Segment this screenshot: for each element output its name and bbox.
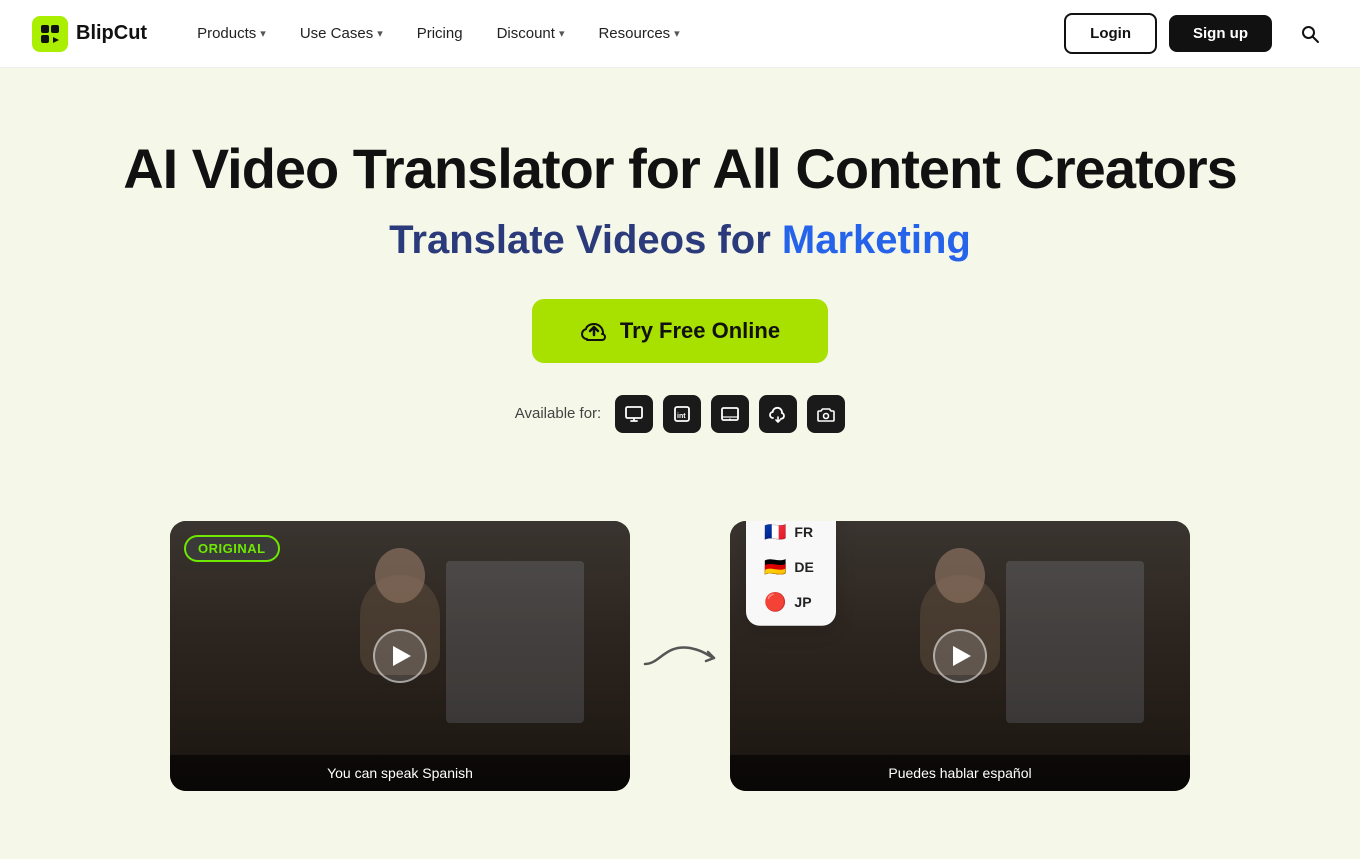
- lang-de[interactable]: 🇩🇪 DE: [756, 551, 826, 582]
- lang-fr[interactable]: 🇫🇷 FR: [756, 521, 826, 548]
- original-badge: ORIGINAL: [184, 535, 280, 562]
- fr-flag-icon: 🇫🇷: [764, 521, 786, 542]
- logo-icon: [32, 16, 68, 52]
- brand-name: BlipCut: [76, 22, 147, 45]
- use-cases-chevron-icon: ▾: [377, 27, 383, 40]
- play-button-right[interactable]: [933, 629, 987, 683]
- platform-cloud-icon: [759, 395, 797, 433]
- upload-cloud-icon: [580, 317, 608, 345]
- discount-chevron-icon: ▾: [559, 27, 565, 40]
- brand-logo[interactable]: BlipCut: [32, 16, 147, 52]
- nav-resources[interactable]: Resources ▾: [584, 17, 693, 50]
- platform-icons: int: [615, 395, 845, 433]
- de-flag-icon: 🇩🇪: [764, 556, 786, 577]
- translation-arrow-icon: [640, 636, 720, 676]
- language-selector: 🇺🇸 EN 🇪🇸 ES 🇫🇷 FR 🇩🇪 DE 🔴 JP: [746, 521, 836, 626]
- search-button[interactable]: [1292, 16, 1328, 52]
- svg-text:int: int: [677, 413, 686, 420]
- original-video-card: ORIGINAL You can speak Spanish: [170, 521, 630, 791]
- nav-pricing[interactable]: Pricing: [403, 17, 477, 50]
- subtitle-highlight: Marketing: [782, 218, 971, 262]
- platform-camera-icon: [807, 395, 845, 433]
- navbar: BlipCut Products ▾ Use Cases ▾ Pricing D…: [0, 0, 1360, 68]
- translated-video-card: 🇺🇸 EN 🇪🇸 ES 🇫🇷 FR 🇩🇪 DE 🔴 JP Puedes habl…: [730, 521, 1190, 791]
- hero-title: AI Video Translator for All Content Crea…: [20, 138, 1340, 200]
- platform-screen-icon: [711, 395, 749, 433]
- original-subtitle: You can speak Spanish: [170, 755, 630, 791]
- cta-button[interactable]: Try Free Online: [532, 299, 828, 363]
- play-button-left[interactable]: [373, 629, 427, 683]
- arrow-divider: [630, 636, 730, 676]
- platform-desktop-icon: [615, 395, 653, 433]
- available-row: Available for: int: [20, 395, 1340, 433]
- nav-products[interactable]: Products ▾: [183, 17, 280, 50]
- login-button[interactable]: Login: [1064, 13, 1157, 54]
- search-icon: [1300, 24, 1320, 44]
- translated-subtitle: Puedes hablar español: [730, 755, 1190, 791]
- hero-section: AI Video Translator for All Content Crea…: [0, 68, 1360, 521]
- jp-flag-icon: 🔴: [764, 591, 786, 612]
- nav-discount[interactable]: Discount ▾: [483, 17, 579, 50]
- lang-jp[interactable]: 🔴 JP: [756, 586, 826, 617]
- products-chevron-icon: ▾: [260, 27, 266, 40]
- resources-chevron-icon: ▾: [674, 27, 680, 40]
- cta-label: Try Free Online: [620, 318, 780, 344]
- available-label: Available for:: [515, 405, 601, 422]
- signup-button[interactable]: Sign up: [1169, 15, 1272, 52]
- video-section: ORIGINAL You can speak Spanish 🇺🇸 EN 🇪🇸 …: [0, 521, 1360, 851]
- nav-actions: Login Sign up: [1064, 13, 1328, 54]
- platform-intel-icon: int: [663, 395, 701, 433]
- nav-links: Products ▾ Use Cases ▾ Pricing Discount …: [183, 17, 1064, 50]
- nav-use-cases[interactable]: Use Cases ▾: [286, 17, 397, 50]
- hero-subtitle: Translate Videos for Marketing: [20, 218, 1340, 263]
- subtitle-prefix: Translate Videos for: [389, 218, 782, 262]
